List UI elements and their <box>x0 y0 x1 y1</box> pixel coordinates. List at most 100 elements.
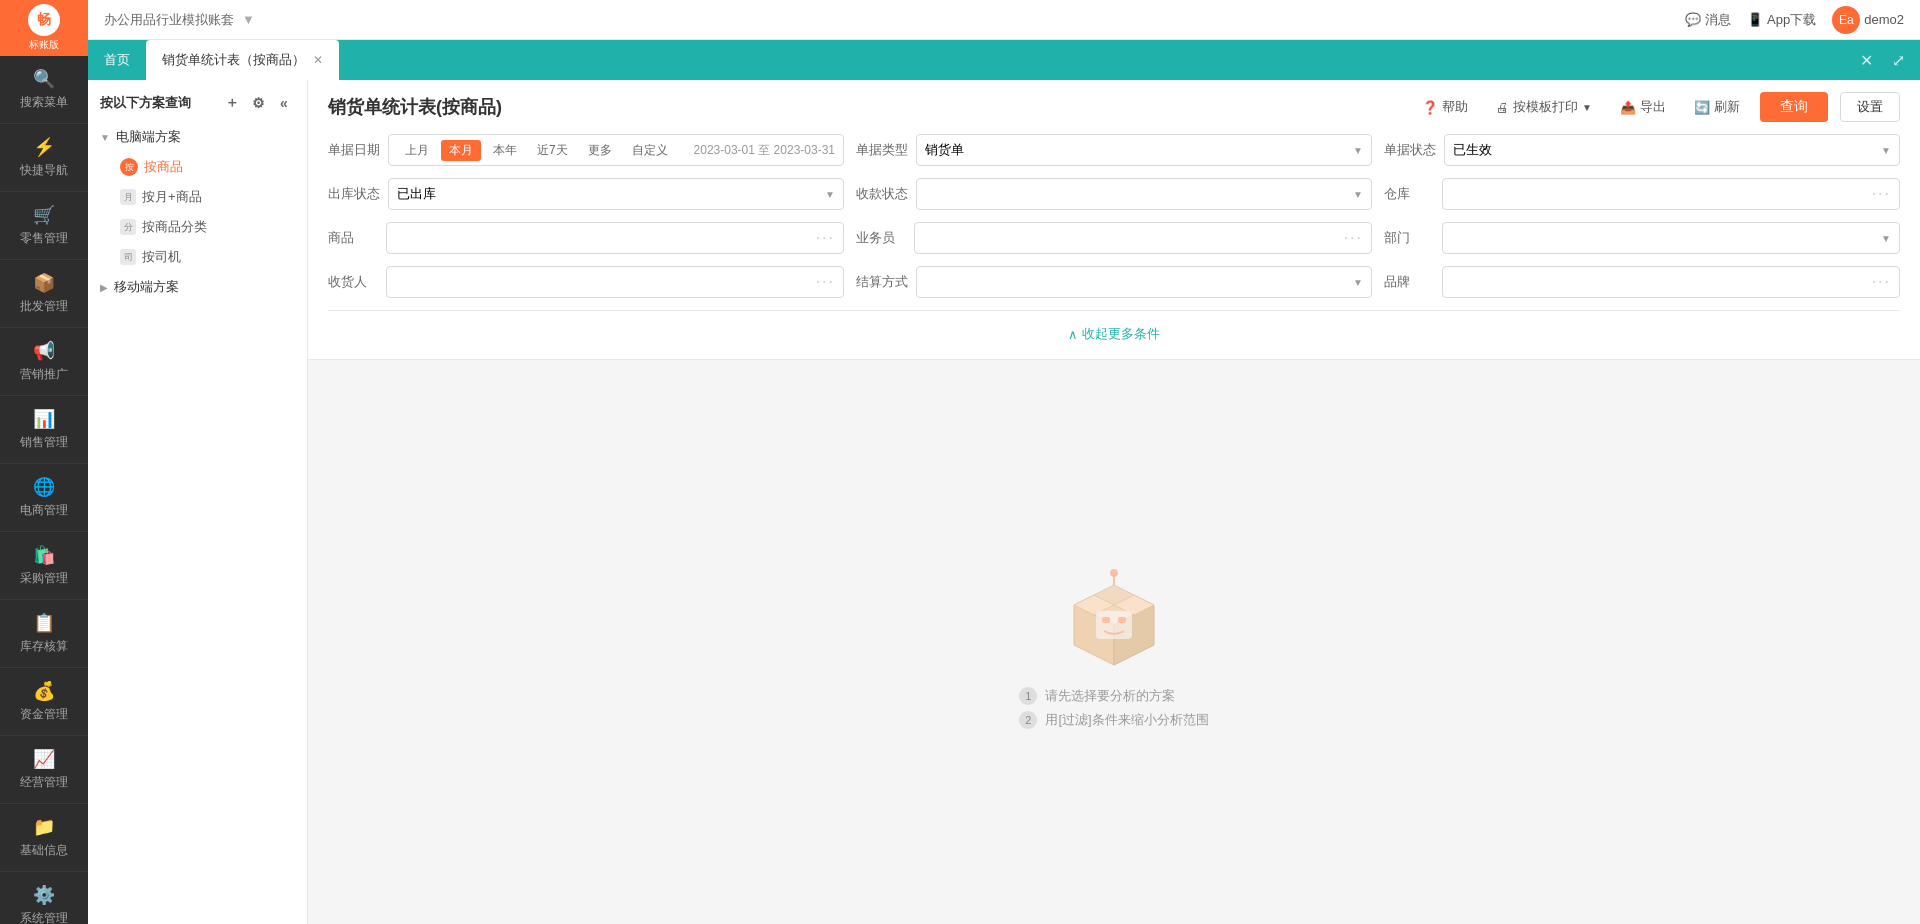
sidebar-item-quick-nav[interactable]: ⚡ 快捷导航 <box>0 124 88 192</box>
message-btn[interactable]: 💬 消息 <box>1685 11 1731 29</box>
sidebar-item-system[interactable]: ⚙️ 系统管理 <box>0 872 88 924</box>
close-tab-icon[interactable]: ✕ <box>313 53 323 67</box>
right-panel: 销货单统计表(按商品) ❓ 帮助 🖨 按模板打印 ▼ 📤 <box>308 80 1920 924</box>
settings-btn[interactable]: 设置 <box>1840 92 1900 122</box>
filter-brand-input[interactable]: ··· <box>1442 266 1900 298</box>
collapse-panel-btn[interactable]: « <box>273 92 295 114</box>
template-print-btn[interactable]: 🖨 按模板打印 ▼ <box>1488 94 1600 120</box>
user-label: demo2 <box>1864 12 1904 27</box>
left-panel-actions: ＋ ⚙ « <box>221 92 295 114</box>
tab-home[interactable]: 首页 <box>88 40 146 80</box>
filter-payment-status-cell: 收款状态 ▼ <box>856 178 1372 210</box>
filter-docstatus-cell: 单据状态 已生效 ▼ <box>1384 134 1900 166</box>
refresh-btn[interactable]: 🔄 刷新 <box>1686 94 1748 120</box>
help-btn[interactable]: ❓ 帮助 <box>1414 94 1476 120</box>
sidebar-item-inventory[interactable]: 📋 库存核算 <box>0 600 88 668</box>
date-this-month[interactable]: 本月 <box>441 140 481 161</box>
sidebar-item-finance[interactable]: 💰 资金管理 <box>0 668 88 736</box>
filter-product-input[interactable]: ··· <box>386 222 844 254</box>
left-panel-header: 按以下方案查询 ＋ ⚙ « <box>88 92 307 122</box>
sidebar-item-wholesale[interactable]: 📦 批发管理 <box>0 260 88 328</box>
filter-warehouse-label: 仓库 <box>1384 185 1434 203</box>
salesperson-more-icon: ··· <box>1344 229 1363 247</box>
sidebar-item-operations[interactable]: 📈 经营管理 <box>0 736 88 804</box>
filter-recipient-input[interactable]: ··· <box>386 266 844 298</box>
product-more-icon: ··· <box>816 229 835 247</box>
filter-salesperson-cell: 业务员 ··· <box>856 222 1372 254</box>
filter-recipient-label: 收货人 <box>328 273 378 291</box>
by-category-icon: 分 <box>120 219 136 235</box>
date-last-7days[interactable]: 近7天 <box>529 140 576 161</box>
date-last-month[interactable]: 上月 <box>397 140 437 161</box>
left-panel: 按以下方案查询 ＋ ⚙ « ▼ 电脑端方案 按 按商品 <box>88 80 308 924</box>
sidebar-item-purchase[interactable]: 🛍️ 采购管理 <box>0 532 88 600</box>
inventory-icon: 📋 <box>33 612 55 634</box>
add-scheme-btn[interactable]: ＋ <box>221 92 243 114</box>
filter-salesperson-input[interactable]: ··· <box>914 222 1372 254</box>
tree-item-label: 按商品分类 <box>142 218 207 236</box>
page-title-row: 销货单统计表(按商品) ❓ 帮助 🖨 按模板打印 ▼ 📤 <box>328 92 1900 122</box>
sidebar-item-marketing[interactable]: 📢 营销推广 <box>0 328 88 396</box>
tree-item-by-clerk[interactable]: 司 按司机 <box>88 242 307 272</box>
svg-point-9 <box>1110 569 1118 577</box>
filter-recipient-cell: 收货人 ··· <box>328 266 844 298</box>
export-icon: 📤 <box>1620 100 1636 115</box>
empty-tip-1: 1 请先选择要分析的方案 <box>1019 687 1208 705</box>
tree-item-label: 按月+商品 <box>142 188 202 206</box>
filter-wh-status-cell: 出库状态 已出库 ▼ <box>328 178 844 210</box>
docstatus-dropdown-icon: ▼ <box>1881 145 1891 156</box>
date-this-year[interactable]: 本年 <box>485 140 525 161</box>
brand-more-icon: ··· <box>1872 273 1891 291</box>
download-icon: 📱 <box>1747 12 1763 27</box>
sidebar-item-basic[interactable]: 📁 基础信息 <box>0 804 88 872</box>
tree-mobile-section[interactable]: ▶ 移动端方案 <box>88 272 307 302</box>
wh-status-dropdown-icon: ▼ <box>825 189 835 200</box>
date-shortcuts: 上月 本月 本年 近7天 更多 自定义 <box>397 140 676 161</box>
tree-pc-section[interactable]: ▼ 电脑端方案 <box>88 122 307 152</box>
tree-item-by-product[interactable]: 按 按商品 <box>88 152 307 182</box>
sales-stat-tab-label: 销货单统计表（按商品） <box>162 51 305 69</box>
page-actions: ❓ 帮助 🖨 按模板打印 ▼ 📤 导出 🔄 <box>1414 92 1900 122</box>
sidebar-item-label: 营销推广 <box>20 366 68 383</box>
by-clerk-icon: 司 <box>120 249 136 265</box>
empty-tips: 1 请先选择要分析的方案 2 用[过滤]条件来缩小分析范围 <box>1019 687 1208 729</box>
sidebar-item-sales[interactable]: 📊 销售管理 <box>0 396 88 464</box>
filter-settlement-input[interactable]: ▼ <box>916 266 1372 298</box>
filter-docstatus-input[interactable]: 已生效 ▼ <box>1444 134 1900 166</box>
filter-payment-status-input[interactable]: ▼ <box>916 178 1372 210</box>
collapse-up-icon: ∧ <box>1068 327 1078 342</box>
filter-product-label: 商品 <box>328 229 378 247</box>
filter-wh-status-input[interactable]: 已出库 ▼ <box>388 178 844 210</box>
filter-warehouse-input[interactable]: ··· <box>1442 178 1900 210</box>
tree-item-by-month-product[interactable]: 月 按月+商品 <box>88 182 307 212</box>
app-title: 办公用品行业模拟账套 <box>104 11 234 29</box>
filter-department-input[interactable]: ▼ <box>1442 222 1900 254</box>
filter-department-cell: 部门 ▼ <box>1384 222 1900 254</box>
tree-item-by-category[interactable]: 分 按商品分类 <box>88 212 307 242</box>
date-custom[interactable]: 自定义 <box>624 140 676 161</box>
sidebar-item-ecommerce[interactable]: 🌐 电商管理 <box>0 464 88 532</box>
collapse-filters-btn[interactable]: ∧ 收起更多条件 <box>1060 317 1168 351</box>
query-btn[interactable]: 查询 <box>1760 92 1828 122</box>
filter-doctype-input[interactable]: 销货单 ▼ <box>916 134 1372 166</box>
edit-scheme-btn[interactable]: ⚙ <box>247 92 269 114</box>
maximize-btn[interactable]: ⤢ <box>1884 46 1912 74</box>
date-more[interactable]: 更多 <box>580 140 620 161</box>
left-panel-title: 按以下方案查询 <box>100 94 191 112</box>
filter-date-input[interactable]: 上月 本月 本年 近7天 更多 自定义 2023-03-01 至 2023-03… <box>388 134 844 166</box>
tab-sales-stat[interactable]: 销货单统计表（按商品） ✕ <box>146 40 339 80</box>
export-btn[interactable]: 📤 导出 <box>1612 94 1674 120</box>
sidebar-item-retail[interactable]: 🛒 零售管理 <box>0 192 88 260</box>
dropdown-arrow-icon[interactable]: ▼ <box>242 12 255 27</box>
filter-doctype-cell: 单据类型 销货单 ▼ <box>856 134 1372 166</box>
filter-settlement-cell: 结算方式 ▼ <box>856 266 1372 298</box>
page-header: 销货单统计表(按商品) ❓ 帮助 🖨 按模板打印 ▼ 📤 <box>308 80 1920 360</box>
sidebar-item-label: 批发管理 <box>20 298 68 315</box>
by-month-product-icon: 月 <box>120 189 136 205</box>
app-download-btn[interactable]: 📱 App下载 <box>1747 11 1816 29</box>
sidebar-item-search[interactable]: 🔍 搜索菜单 <box>0 56 88 124</box>
close-window-btn[interactable]: ✕ <box>1852 46 1880 74</box>
user-menu[interactable]: Ea demo2 <box>1832 6 1904 34</box>
topbar-left: 办公用品行业模拟账套 ▼ <box>104 11 255 29</box>
date-range-text: 2023-03-01 至 2023-03-31 <box>694 142 835 159</box>
